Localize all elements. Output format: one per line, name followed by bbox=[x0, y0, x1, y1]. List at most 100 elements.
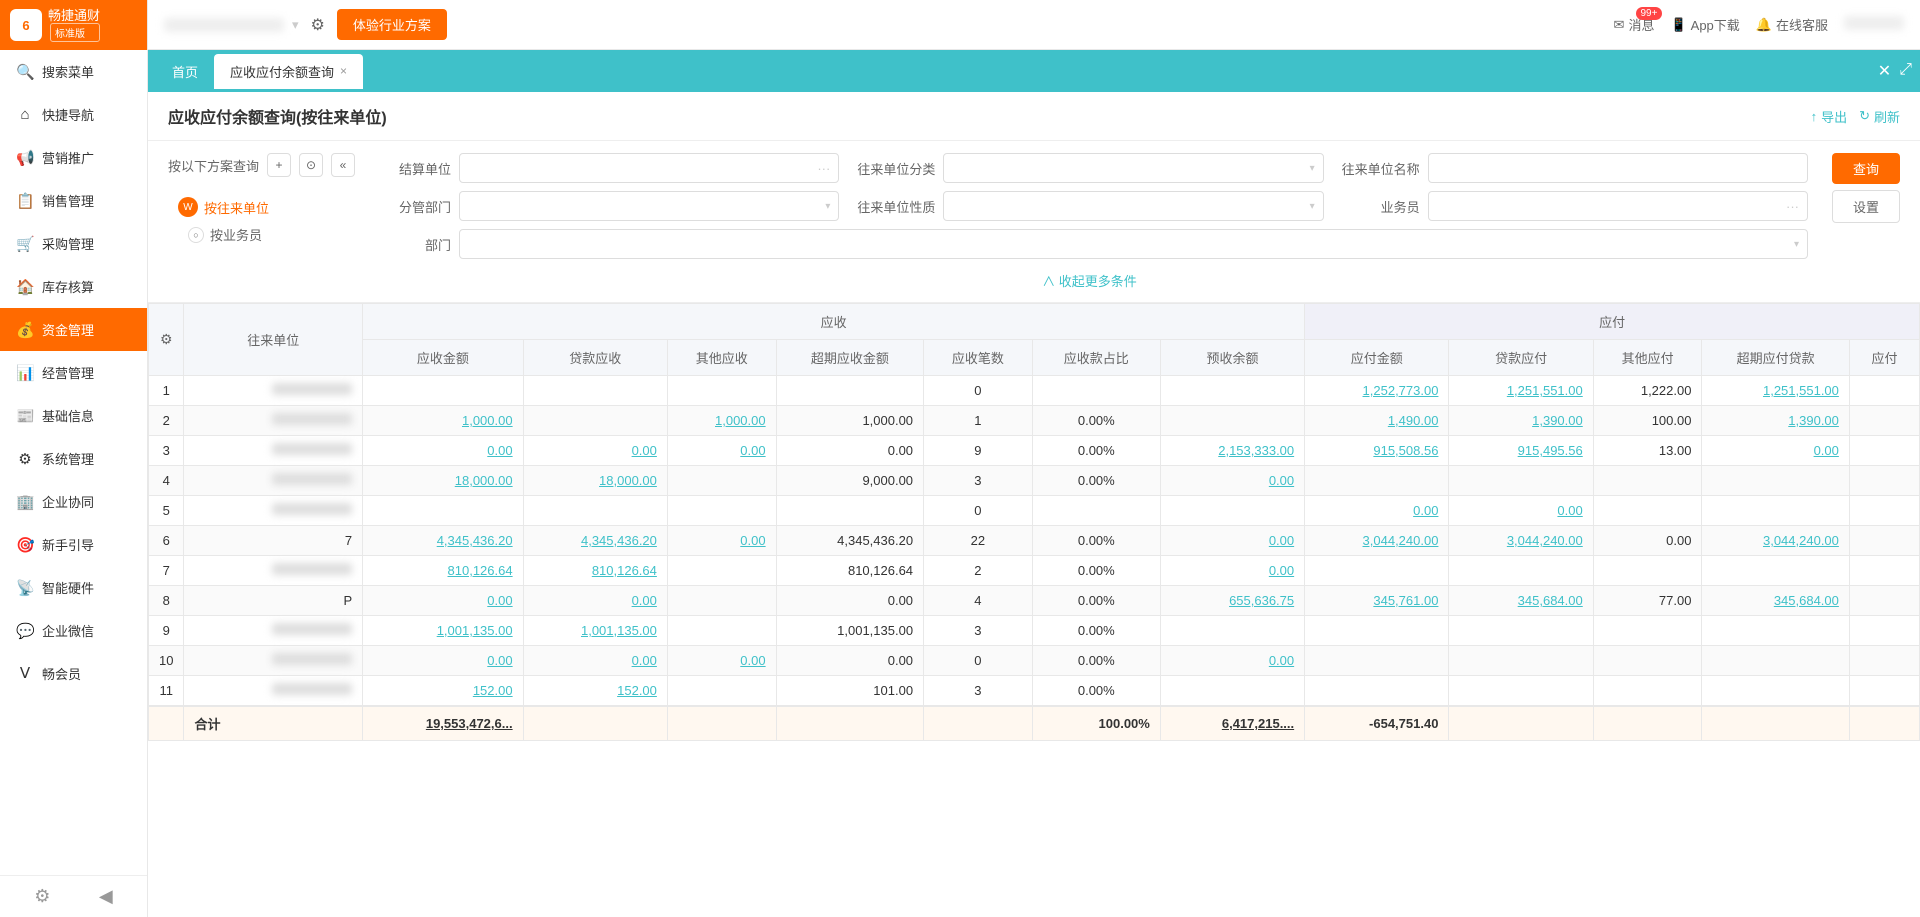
th-settings[interactable]: ⚙ bbox=[149, 304, 184, 376]
app-download-button[interactable]: 📱 App下载 bbox=[1670, 15, 1739, 34]
cell-link[interactable]: 0.00 bbox=[632, 593, 657, 608]
refresh-button[interactable]: ↻ 刷新 bbox=[1859, 107, 1900, 126]
salesman-input[interactable]: ··· bbox=[1428, 191, 1808, 221]
cell-link[interactable]: 0.00 bbox=[1413, 503, 1438, 518]
gear-button[interactable]: ⚙ bbox=[307, 11, 329, 39]
settlement-unit-input[interactable]: ··· bbox=[459, 153, 839, 183]
sidebar-item-quick-nav[interactable]: ⌂ 快捷导航 bbox=[0, 93, 147, 136]
cell-link[interactable]: 152.00 bbox=[473, 683, 513, 698]
cell-link[interactable]: 0.00 bbox=[1557, 503, 1582, 518]
table-cell[interactable]: 1,001,135.00 bbox=[523, 616, 667, 646]
table-cell[interactable]: 1,001,135.00 bbox=[363, 616, 523, 646]
table-cell[interactable]: 0.00 bbox=[363, 436, 523, 466]
cell-link[interactable]: 345,761.00 bbox=[1373, 593, 1438, 608]
table-cell[interactable]: 0.00 bbox=[1160, 556, 1304, 586]
cell-link[interactable]: 18,000.00 bbox=[455, 473, 513, 488]
scheme-by-partner[interactable]: W 按往来单位 bbox=[168, 193, 355, 221]
cell-link[interactable]: 345,684.00 bbox=[1518, 593, 1583, 608]
tab-home[interactable]: 首页 bbox=[156, 54, 214, 89]
cell-link[interactable]: 1,000.00 bbox=[715, 413, 766, 428]
cell-link[interactable]: 810,126.64 bbox=[592, 563, 657, 578]
partner-category-input[interactable]: ▾ bbox=[943, 153, 1323, 183]
table-cell[interactable]: 915,508.56 bbox=[1305, 436, 1449, 466]
sidebar-item-capital[interactable]: 💰 资金管理 bbox=[0, 308, 147, 351]
table-cell[interactable]: 0.00 bbox=[523, 586, 667, 616]
query-button[interactable]: 查询 bbox=[1832, 153, 1900, 184]
table-cell[interactable]: 0.00 bbox=[1160, 526, 1304, 556]
add-scheme-button[interactable]: + bbox=[267, 153, 291, 177]
dept-input[interactable]: ▾ bbox=[459, 229, 1808, 259]
cell-link[interactable]: 1,251,551.00 bbox=[1507, 383, 1583, 398]
table-cell[interactable]: 0.00 bbox=[667, 646, 776, 676]
sidebar-item-system[interactable]: ⚙ 系统管理 bbox=[0, 437, 147, 480]
sidebar-item-hardware[interactable]: 📡 智能硬件 bbox=[0, 566, 147, 609]
scheme-by-salesman[interactable]: ○ 按业务员 bbox=[168, 221, 355, 248]
online-service-button[interactable]: 🔔 在线客服 bbox=[1756, 15, 1828, 34]
cell-link[interactable]: 3,044,240.00 bbox=[1363, 533, 1439, 548]
cell-link[interactable]: 0.00 bbox=[632, 653, 657, 668]
cell-link[interactable]: 1,001,135.00 bbox=[437, 623, 513, 638]
table-cell[interactable]: 2,153,333.00 bbox=[1160, 436, 1304, 466]
table-cell[interactable]: 4,345,436.20 bbox=[363, 526, 523, 556]
cell-link[interactable]: 1,390.00 bbox=[1532, 413, 1583, 428]
sidebar-item-sales[interactable]: 📋 销售管理 bbox=[0, 179, 147, 222]
sidebar-collapse-button[interactable]: ◀ bbox=[99, 886, 113, 907]
table-cell[interactable]: 152.00 bbox=[523, 676, 667, 707]
cell-link[interactable]: 152.00 bbox=[617, 683, 657, 698]
cell-link[interactable]: 0.00 bbox=[740, 533, 765, 548]
maximize-button[interactable]: ⤢ bbox=[1899, 61, 1912, 81]
cell-link[interactable]: 0.00 bbox=[1269, 533, 1294, 548]
settings-button[interactable]: 设置 bbox=[1832, 190, 1900, 223]
table-cell[interactable]: 0.00 bbox=[1160, 646, 1304, 676]
cell-link[interactable]: 0.00 bbox=[1269, 653, 1294, 668]
table-cell[interactable]: 810,126.64 bbox=[363, 556, 523, 586]
table-cell[interactable]: 3,044,240.00 bbox=[1702, 526, 1849, 556]
table-cell[interactable]: 0.00 bbox=[667, 526, 776, 556]
sidebar-item-purchase[interactable]: 🛒 采购管理 bbox=[0, 222, 147, 265]
table-cell[interactable]: 0.00 bbox=[363, 586, 523, 616]
cell-link[interactable]: 655,636.75 bbox=[1229, 593, 1294, 608]
export-button[interactable]: ↑ 导出 bbox=[1811, 107, 1848, 126]
cell-link[interactable]: 18,000.00 bbox=[599, 473, 657, 488]
cell-link[interactable]: 0.00 bbox=[632, 443, 657, 458]
user-info[interactable] bbox=[1844, 16, 1904, 33]
more-scheme-button[interactable]: « bbox=[331, 153, 355, 177]
edit-scheme-button[interactable]: ⊙ bbox=[299, 153, 323, 177]
tab-ar-ap[interactable]: 应收应付余额查询 × bbox=[214, 54, 363, 89]
cell-link[interactable]: 0.00 bbox=[487, 443, 512, 458]
cell-link[interactable]: 0.00 bbox=[740, 443, 765, 458]
table-cell[interactable]: 0.00 bbox=[523, 646, 667, 676]
cell-link[interactable]: 0.00 bbox=[487, 653, 512, 668]
sidebar-item-search[interactable]: 🔍 搜索菜单 bbox=[0, 50, 147, 93]
partner-name-input[interactable] bbox=[1428, 153, 1808, 183]
table-cell[interactable]: 0.00 bbox=[1449, 496, 1593, 526]
sidebar-item-corp[interactable]: 🏢 企业协同 bbox=[0, 480, 147, 523]
table-cell[interactable]: 1,000.00 bbox=[667, 406, 776, 436]
cell-link[interactable]: 3,044,240.00 bbox=[1507, 533, 1583, 548]
table-cell[interactable]: 345,761.00 bbox=[1305, 586, 1449, 616]
table-cell[interactable]: 0.00 bbox=[1160, 466, 1304, 496]
table-cell[interactable]: 1,251,551.00 bbox=[1702, 376, 1849, 406]
close-window-button[interactable]: ✕ bbox=[1878, 61, 1891, 81]
cell-link[interactable]: 0.00 bbox=[1269, 563, 1294, 578]
cell-link[interactable]: 3,044,240.00 bbox=[1763, 533, 1839, 548]
cell-link[interactable]: 810,126.64 bbox=[448, 563, 513, 578]
sidebar-item-marketing[interactable]: 📢 营销推广 bbox=[0, 136, 147, 179]
cell-link[interactable]: 345,684.00 bbox=[1774, 593, 1839, 608]
table-cell[interactable]: 915,495.56 bbox=[1449, 436, 1593, 466]
table-cell[interactable]: 345,684.00 bbox=[1702, 586, 1849, 616]
table-cell[interactable]: 152.00 bbox=[363, 676, 523, 707]
table-cell[interactable]: 0.00 bbox=[523, 436, 667, 466]
cell-link[interactable]: 2,153,333.00 bbox=[1218, 443, 1294, 458]
table-cell[interactable]: 345,684.00 bbox=[1449, 586, 1593, 616]
notification-button[interactable]: ✉ 消息 99+ bbox=[1614, 15, 1655, 34]
cell-link[interactable]: 1,000.00 bbox=[462, 413, 513, 428]
sidebar-item-member[interactable]: Ⅴ 畅会员 bbox=[0, 652, 147, 695]
cell-link[interactable]: 0.00 bbox=[487, 593, 512, 608]
cell-link[interactable]: 1,001,135.00 bbox=[581, 623, 657, 638]
cell-link[interactable]: 4,345,436.20 bbox=[581, 533, 657, 548]
table-cell[interactable]: 0.00 bbox=[667, 436, 776, 466]
table-cell[interactable]: 1,251,551.00 bbox=[1449, 376, 1593, 406]
sidebar-item-newbie[interactable]: 🎯 新手引导 bbox=[0, 523, 147, 566]
cell-link[interactable]: 1,251,551.00 bbox=[1763, 383, 1839, 398]
